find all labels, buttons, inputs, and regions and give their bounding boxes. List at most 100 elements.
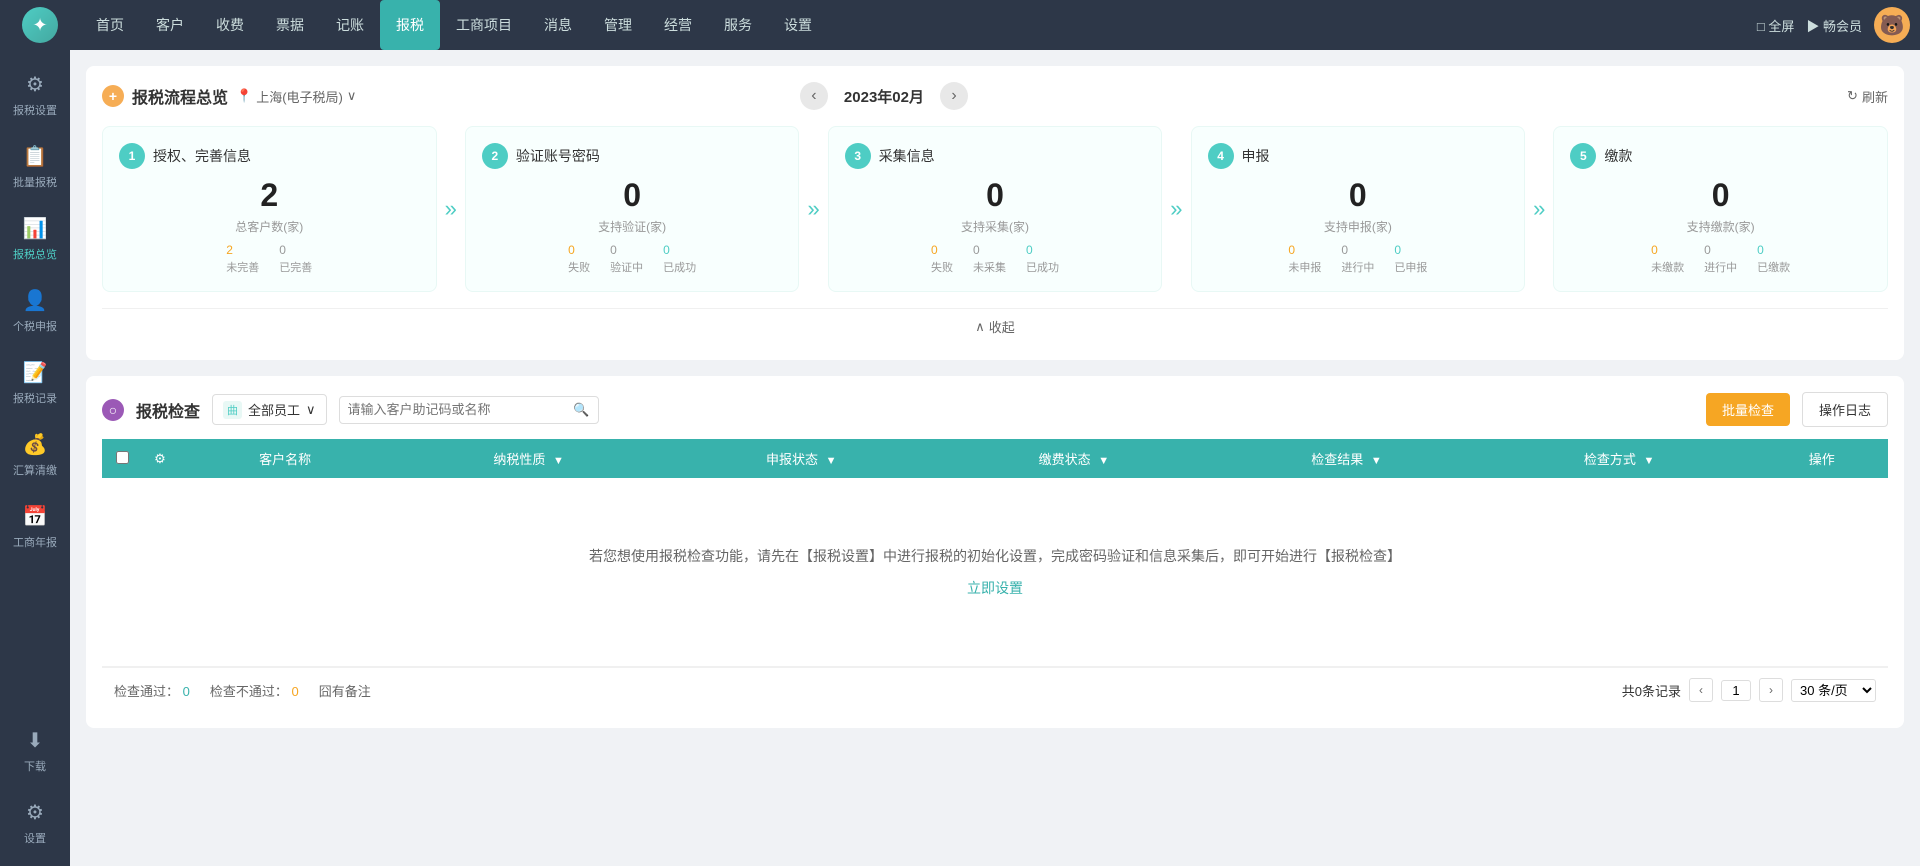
- per-page-select[interactable]: 30 条/页 50 条/页 100 条/页: [1791, 679, 1876, 702]
- sidebar-item-personal-tax[interactable]: 👤 个税申报: [0, 276, 70, 344]
- prev-page-btn[interactable]: ‹: [1689, 678, 1713, 702]
- fullscreen-btn[interactable]: □ 全屏: [1757, 16, 1794, 35]
- empty-state: 若您想使用报税检查功能，请先在【报税设置】中进行报税的初始化设置，完成密码验证和…: [110, 486, 1880, 658]
- stat-5-2-value: 0: [1704, 243, 1737, 257]
- sidebar-item-tax-overview[interactable]: 📊 报税总览: [0, 204, 70, 272]
- main-layout: ⚙ 报税设置 📋 批量报税 📊 报税总览 👤 个税申报 📝 报税记录 💰 汇算清…: [0, 50, 1920, 866]
- overview-icon: +: [102, 85, 124, 107]
- location-badge[interactable]: 📍 上海(电子税局) ∨: [236, 87, 356, 106]
- prev-month-btn[interactable]: ‹: [800, 82, 828, 110]
- col-check-result: 检查结果 ▼: [1210, 439, 1483, 478]
- sidebar-label-settlement: 汇算清缴: [13, 462, 57, 478]
- filter-check-method-icon[interactable]: ▼: [1644, 455, 1655, 467]
- nav-home[interactable]: 首页: [80, 0, 140, 50]
- flow-card-2: 2 验证账号密码 0 支持验证(家) 0 失败 0 验证中: [465, 126, 800, 292]
- col-tax-nature: 纳税性质 ▼: [392, 439, 665, 478]
- flow-card-2-title: 验证账号密码: [516, 143, 600, 169]
- flow-card-4-subtitle: 支持申报(家): [1208, 218, 1509, 235]
- flow-card-2-count: 0: [482, 177, 783, 214]
- sidebar-label-batch-tax: 批量报税: [13, 174, 57, 190]
- nav-message[interactable]: 消息: [528, 0, 588, 50]
- batch-tax-icon: 📋: [21, 142, 49, 170]
- refresh-label: 刷新: [1862, 87, 1888, 106]
- col-customer-name: 客户名称: [178, 439, 392, 478]
- nav-accounting[interactable]: 记账: [320, 0, 380, 50]
- pass-count[interactable]: 0: [183, 684, 190, 699]
- nav-right: □ 全屏 ▶ 畅会员 🐻: [1757, 7, 1910, 43]
- sidebar-item-bottom-settings[interactable]: ⚙ 设置: [0, 788, 70, 856]
- filter-report-status-icon[interactable]: ▼: [826, 455, 837, 467]
- bottom-settings-icon: ⚙: [21, 798, 49, 826]
- note-label: 囧有备注: [319, 681, 371, 700]
- collapse-bar[interactable]: ∧ 收起: [102, 308, 1888, 344]
- next-month-btn[interactable]: ›: [940, 82, 968, 110]
- stat-5-2: 0 进行中: [1704, 243, 1737, 275]
- step-badge-4: 4: [1208, 143, 1234, 169]
- sidebar-bottom: ⬇ 下载 ⚙ 设置: [0, 716, 70, 866]
- stat-1-1-value: 2: [226, 243, 259, 257]
- stat-2-2-value: 0: [610, 243, 643, 257]
- nav-service[interactable]: 服务: [708, 0, 768, 50]
- select-all-checkbox[interactable]: [116, 451, 129, 464]
- logo[interactable]: ✦: [10, 0, 70, 50]
- tax-settings-icon: ⚙: [21, 70, 49, 98]
- sidebar-item-settlement[interactable]: 💰 汇算清缴: [0, 420, 70, 488]
- next-page-btn[interactable]: ›: [1759, 678, 1783, 702]
- search-icon[interactable]: 🔍: [573, 402, 589, 418]
- filter-check-result-icon[interactable]: ▼: [1371, 455, 1382, 467]
- nav-operation[interactable]: 经营: [648, 0, 708, 50]
- sidebar-item-tax-settings[interactable]: ⚙ 报税设置: [0, 60, 70, 128]
- check-icon: ○: [102, 399, 124, 421]
- user-avatar[interactable]: 🐻: [1874, 7, 1910, 43]
- member-btn[interactable]: ▶ 畅会员: [1806, 16, 1862, 35]
- arrow-4: »: [1525, 196, 1553, 222]
- col-report-status: 申报状态 ▼: [665, 439, 938, 478]
- overview-card: + 报税流程总览 📍 上海(电子税局) ∨ ‹ 2023年02月 › ↻ 刷新: [86, 66, 1904, 360]
- check-title: 报税检查: [136, 398, 200, 422]
- month-label: 2023年02月: [844, 86, 924, 107]
- operation-log-button[interactable]: 操作日志: [1802, 392, 1888, 427]
- stat-3-1-label: 失败: [931, 259, 953, 275]
- stat-4-1-label: 未申报: [1288, 259, 1321, 275]
- nav-settings[interactable]: 设置: [768, 0, 828, 50]
- nav-business[interactable]: 工商项目: [440, 0, 528, 50]
- month-nav: ‹ 2023年02月 ›: [800, 82, 968, 110]
- sidebar-item-download[interactable]: ⬇ 下载: [0, 716, 70, 784]
- filter-pay-status-icon[interactable]: ▼: [1098, 455, 1109, 467]
- setup-link[interactable]: 立即设置: [130, 578, 1860, 598]
- sidebar-item-batch-tax[interactable]: 📋 批量报税: [0, 132, 70, 200]
- batch-check-button[interactable]: 批量检查: [1706, 393, 1790, 426]
- refresh-btn[interactable]: ↻ 刷新: [1847, 87, 1888, 106]
- nav-tax[interactable]: 报税: [380, 0, 440, 50]
- stat-1-1-label: 未完善: [226, 259, 259, 275]
- flow-card-4-count: 0: [1208, 177, 1509, 214]
- staff-badge: 曲: [223, 401, 242, 419]
- sidebar-item-annual-report[interactable]: 📅 工商年报: [0, 492, 70, 560]
- stat-2-1-label: 失败: [568, 259, 590, 275]
- arrow-2: »: [799, 196, 827, 222]
- stat-3-3: 0 已成功: [1026, 243, 1059, 275]
- flow-card-3-count: 0: [845, 177, 1146, 214]
- flow-card-3: 3 采集信息 0 支持采集(家) 0 失败 0 未采集: [828, 126, 1163, 292]
- empty-text: 若您想使用报税检查功能，请先在【报税设置】中进行报税的初始化设置，完成密码验证和…: [589, 548, 1401, 564]
- filter-tax-nature-icon[interactable]: ▼: [553, 455, 564, 467]
- page-number-input[interactable]: [1721, 680, 1751, 701]
- setting-icon[interactable]: ⚙: [154, 451, 166, 466]
- search-input[interactable]: [348, 402, 568, 417]
- flow-card-5-title: 缴款: [1604, 143, 1632, 169]
- flow-card-4-header: 4 申报: [1208, 143, 1509, 169]
- stat-4-2-label: 进行中: [1341, 259, 1374, 275]
- nav-fee[interactable]: 收费: [200, 0, 260, 50]
- nav-invoice[interactable]: 票据: [260, 0, 320, 50]
- sidebar-item-tax-record[interactable]: 📝 报税记录: [0, 348, 70, 416]
- stat-2-2-label: 验证中: [610, 259, 643, 275]
- overview-header: + 报税流程总览 📍 上海(电子税局) ∨ ‹ 2023年02月 › ↻ 刷新: [102, 82, 1888, 110]
- nav-manage[interactable]: 管理: [588, 0, 648, 50]
- fail-count[interactable]: 0: [292, 684, 299, 699]
- stat-3-3-label: 已成功: [1026, 259, 1059, 275]
- stat-2-3-label: 已成功: [663, 259, 696, 275]
- nav-customer[interactable]: 客户: [140, 0, 200, 50]
- annual-report-icon: 📅: [21, 502, 49, 530]
- col-operation: 操作: [1755, 439, 1888, 478]
- staff-select[interactable]: 曲 全部员工 ∨: [212, 394, 327, 425]
